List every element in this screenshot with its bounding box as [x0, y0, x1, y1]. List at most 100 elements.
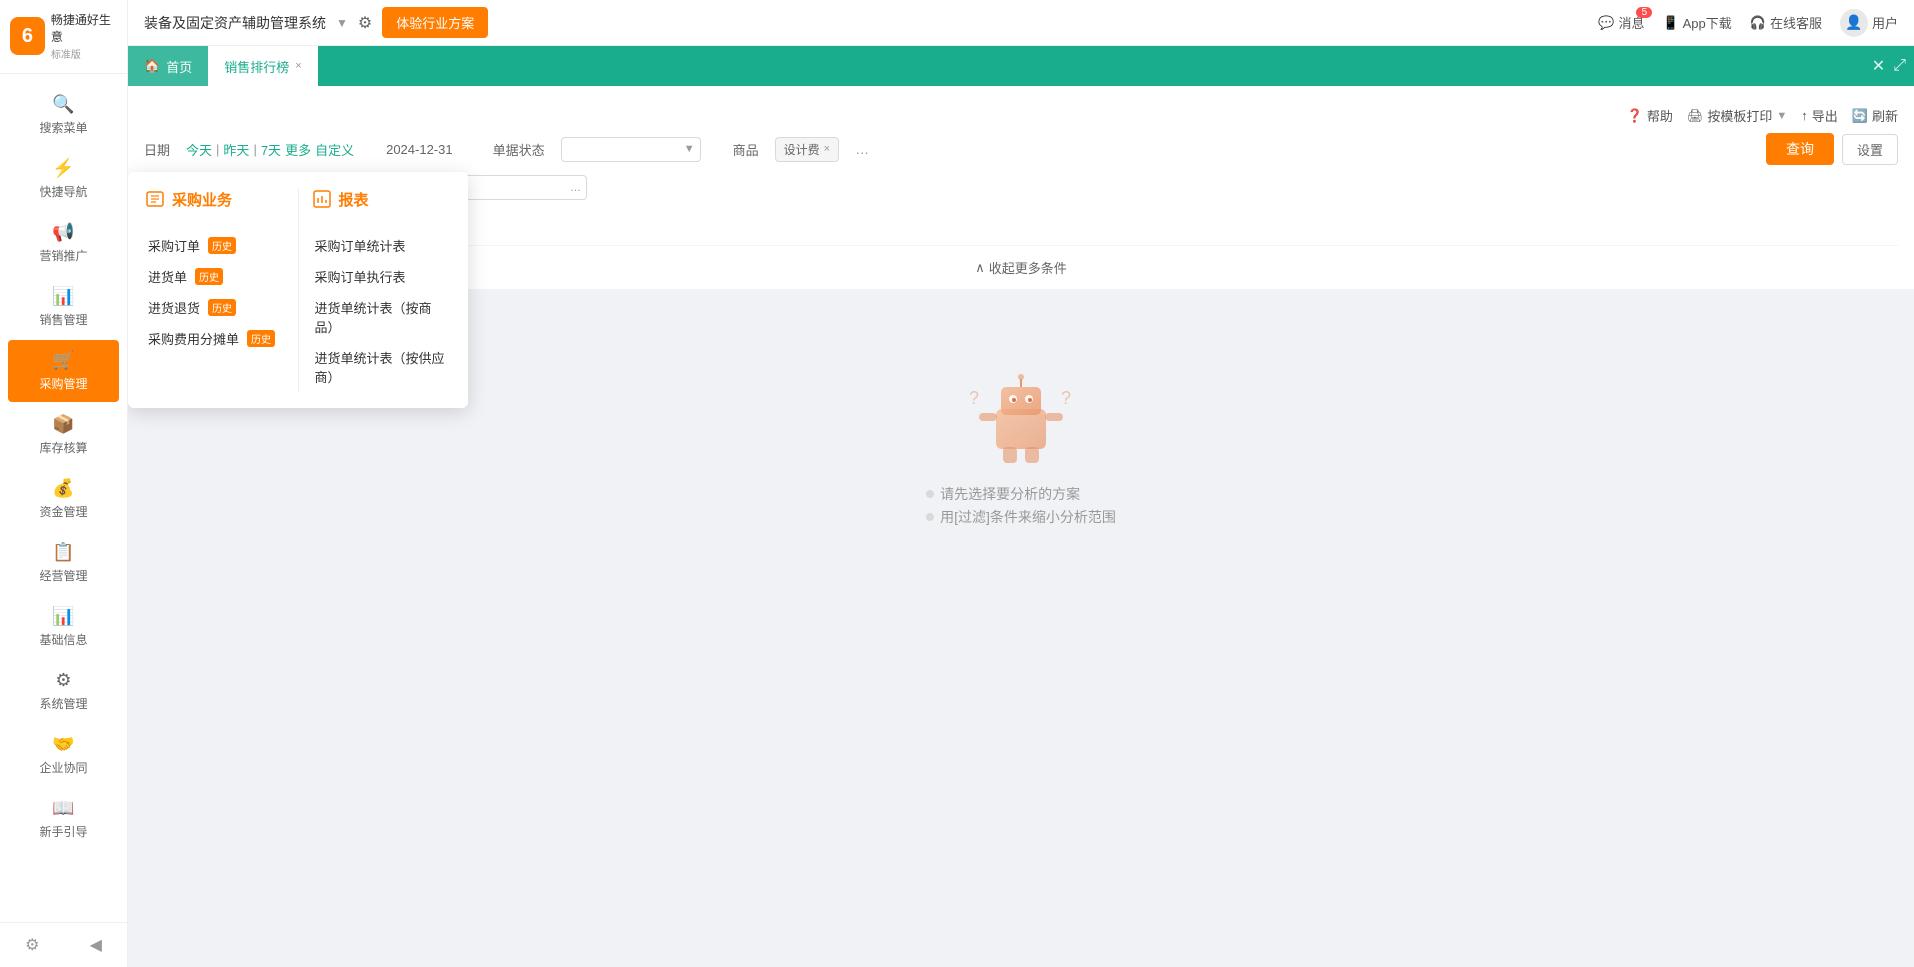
sidebar-item-operation[interactable]: 📋 经营管理 — [8, 532, 119, 594]
sidebar-item-label-sales: 销售管理 — [39, 311, 87, 328]
sidebar-item-label-guide: 新手引导 — [39, 823, 87, 840]
sidebar-item-quick[interactable]: ⚡ 快捷导航 — [8, 148, 119, 210]
topbar-settings-icon[interactable]: ⚙ — [358, 13, 372, 33]
purchase-col-icon — [144, 188, 166, 210]
home-icon: 🏠 — [144, 58, 160, 74]
user-label: 用户 — [1872, 13, 1898, 32]
goods-stat-supplier-label: 进货单统计表（按供应商） — [315, 348, 449, 386]
sidebar-item-guide[interactable]: 📖 新手引导 — [8, 788, 119, 850]
dropdown-item-purchase-order-stat[interactable]: 采购订单统计表 — [311, 230, 453, 261]
purchase-fee-label: 采购费用分摊单 — [148, 329, 239, 348]
sidebar-item-enterprise[interactable]: 🤝 企业协同 — [8, 724, 119, 786]
print-icon: 🖨 — [1687, 108, 1704, 124]
goods-tag-close[interactable]: × — [824, 143, 830, 155]
salesman-select[interactable] — [447, 175, 587, 200]
print-button[interactable]: 🖨 按模板打印 ▼ — [1687, 106, 1787, 125]
topbar-arrow-icon[interactable]: ▼ — [336, 16, 348, 30]
purchase-col: 采购业务 采购订单 历史 进货单 历史 进货退货 历史 — [144, 188, 286, 392]
hint-dot-1 — [926, 490, 934, 498]
tab-home-label: 首页 — [166, 57, 192, 76]
doc-status-select[interactable] — [561, 137, 701, 162]
purchase-order-stat-label: 采购订单统计表 — [315, 236, 406, 255]
empty-hint-2: 用[过滤]条件来缩小分析范围 — [926, 507, 1116, 527]
salesman-select-wrap: … — [447, 175, 587, 200]
purchase-order-label: 采购订单 — [148, 236, 200, 255]
app-download-label: App下载 — [1683, 13, 1732, 32]
tab-home[interactable]: 🏠 首页 — [128, 46, 208, 86]
sidebar-item-sales[interactable]: 📊 销售管理 — [8, 276, 119, 338]
sidebar-item-search[interactable]: 🔍 搜索菜单 — [8, 84, 119, 146]
tab-close-all-icon[interactable]: ✕ — [1872, 56, 1885, 76]
goods-tag: 设计费 × — [775, 137, 839, 162]
settings-button[interactable]: 设置 — [1842, 134, 1898, 165]
doc-status-label: 单据状态 — [493, 140, 545, 159]
query-button[interactable]: 查询 — [1766, 133, 1834, 165]
empty-hint-1: 请先选择要分析的方案 — [926, 484, 1116, 504]
sidebar-item-basic[interactable]: 📊 基础信息 — [8, 596, 119, 658]
print-label: 按模板打印 — [1707, 106, 1772, 125]
search-nav-icon: 🔍 — [52, 94, 74, 115]
user-avatar: 👤 — [1840, 9, 1868, 37]
collapse-sidebar-icon[interactable]: ◀ — [90, 935, 102, 955]
tab-sales-rank-label: 销售排行榜 — [224, 57, 289, 76]
dropdown-item-purchase-order[interactable]: 采购订单 历史 — [144, 230, 286, 261]
operation-nav-icon: 📋 — [52, 542, 74, 563]
goods-tag-text: 设计费 — [784, 141, 820, 158]
tab-sales-rank[interactable]: 销售排行榜 × — [208, 46, 317, 86]
quick-nav-icon: ⚡ — [52, 158, 74, 179]
message-button[interactable]: 💬 消息 5 — [1598, 13, 1644, 32]
collapse-button[interactable]: ∧ 收起更多条件 — [975, 252, 1067, 283]
sidebar-item-label-enterprise: 企业协同 — [39, 759, 87, 776]
logo-icon: 6 — [10, 17, 45, 55]
solution-button[interactable]: 体验行业方案 — [382, 7, 488, 38]
sidebar-item-capital[interactable]: 💰 资金管理 — [8, 468, 119, 530]
sidebar-item-purchase[interactable]: 🛒 采购管理 — [8, 340, 119, 402]
sidebar-item-marketing[interactable]: 📢 营销推广 — [8, 212, 119, 274]
refresh-button[interactable]: 🔄 刷新 — [1852, 106, 1898, 125]
export-label: 导出 — [1812, 106, 1838, 125]
date-preset-7days[interactable]: 7天 — [261, 140, 281, 159]
sidebar-item-inventory[interactable]: 📦 库存核算 — [8, 404, 119, 466]
report-col: 报表 采购订单统计表 采购订单执行表 进货单统计表（按商品） 进货单统计表（按供… — [311, 188, 453, 392]
marketing-nav-icon: 📢 — [52, 222, 74, 243]
help-button[interactable]: ❓ 帮助 — [1627, 106, 1673, 125]
purchase-order-exec-label: 采购订单执行表 — [315, 267, 406, 286]
report-col-title: 报表 — [311, 188, 453, 218]
dropdown-item-purchase-order-exec[interactable]: 采购订单执行表 — [311, 261, 453, 292]
svg-text:?: ? — [1061, 388, 1071, 408]
goods-return-label: 进货退货 — [148, 298, 200, 317]
capital-nav-icon: 💰 — [52, 478, 74, 499]
empty-hints: 请先选择要分析的方案 用[过滤]条件来缩小分析范围 — [926, 481, 1116, 530]
user-menu[interactable]: 👤 用户 — [1840, 9, 1898, 37]
dropdown-item-goods-stat-product[interactable]: 进货单统计表（按商品） — [311, 292, 453, 342]
dropdown-item-purchase-fee[interactable]: 采购费用分摊单 历史 — [144, 323, 286, 354]
date-range-end: 2024-12-31 — [386, 142, 453, 157]
export-button[interactable]: ↑ 导出 — [1801, 106, 1838, 125]
export-icon: ↑ — [1801, 108, 1808, 123]
purchase-col-title: 采购业务 — [144, 188, 286, 218]
dropdown-item-goods-return[interactable]: 进货退货 历史 — [144, 292, 286, 323]
goods-ellipsis[interactable]: … — [855, 141, 869, 157]
date-preset-custom[interactable]: 自定义 — [315, 140, 354, 159]
filter-row-1: 日期 今天 | 昨天 | 7天 更多 自定义 2024-12-31 单据状态 — [144, 133, 1898, 165]
content-area: ❓ 帮助 🖨 按模板打印 ▼ ↑ 导出 🔄 刷新 日 — [128, 86, 1914, 967]
sidebar-item-system[interactable]: ⚙ 系统管理 — [8, 660, 119, 722]
hint-text-1: 请先选择要分析的方案 — [940, 484, 1080, 504]
date-preset-more[interactable]: 更多 — [285, 140, 311, 159]
settings-bottom-icon[interactable]: ⚙ — [25, 935, 39, 955]
sidebar-bottom: ⚙ ◀ — [0, 922, 127, 967]
dropdown-item-goods-in[interactable]: 进货单 历史 — [144, 261, 286, 292]
date-preset-today[interactable]: 今天 — [186, 140, 212, 159]
purchase-order-history-badge: 历史 — [208, 237, 236, 254]
date-control: 今天 | 昨天 | 7天 更多 自定义 — [186, 140, 354, 159]
tabbar-actions: ✕ ⤢ — [1872, 56, 1914, 76]
dropdown-item-goods-stat-supplier[interactable]: 进货单统计表（按供应商） — [311, 342, 453, 392]
online-service-button[interactable]: 🎧 在线客服 — [1750, 13, 1822, 32]
sidebar-item-label-operation: 经营管理 — [39, 567, 87, 584]
topbar: 装备及固定资产辅助管理系统 ▼ ⚙ 体验行业方案 💬 消息 5 📱 App下载 … — [128, 0, 1914, 46]
date-preset-yesterday[interactable]: 昨天 — [223, 140, 249, 159]
goods-in-history-badge: 历史 — [195, 268, 223, 285]
tab-expand-icon[interactable]: ⤢ — [1893, 57, 1906, 75]
app-download-button[interactable]: 📱 App下载 — [1662, 13, 1731, 32]
tab-close-icon[interactable]: × — [295, 60, 301, 72]
